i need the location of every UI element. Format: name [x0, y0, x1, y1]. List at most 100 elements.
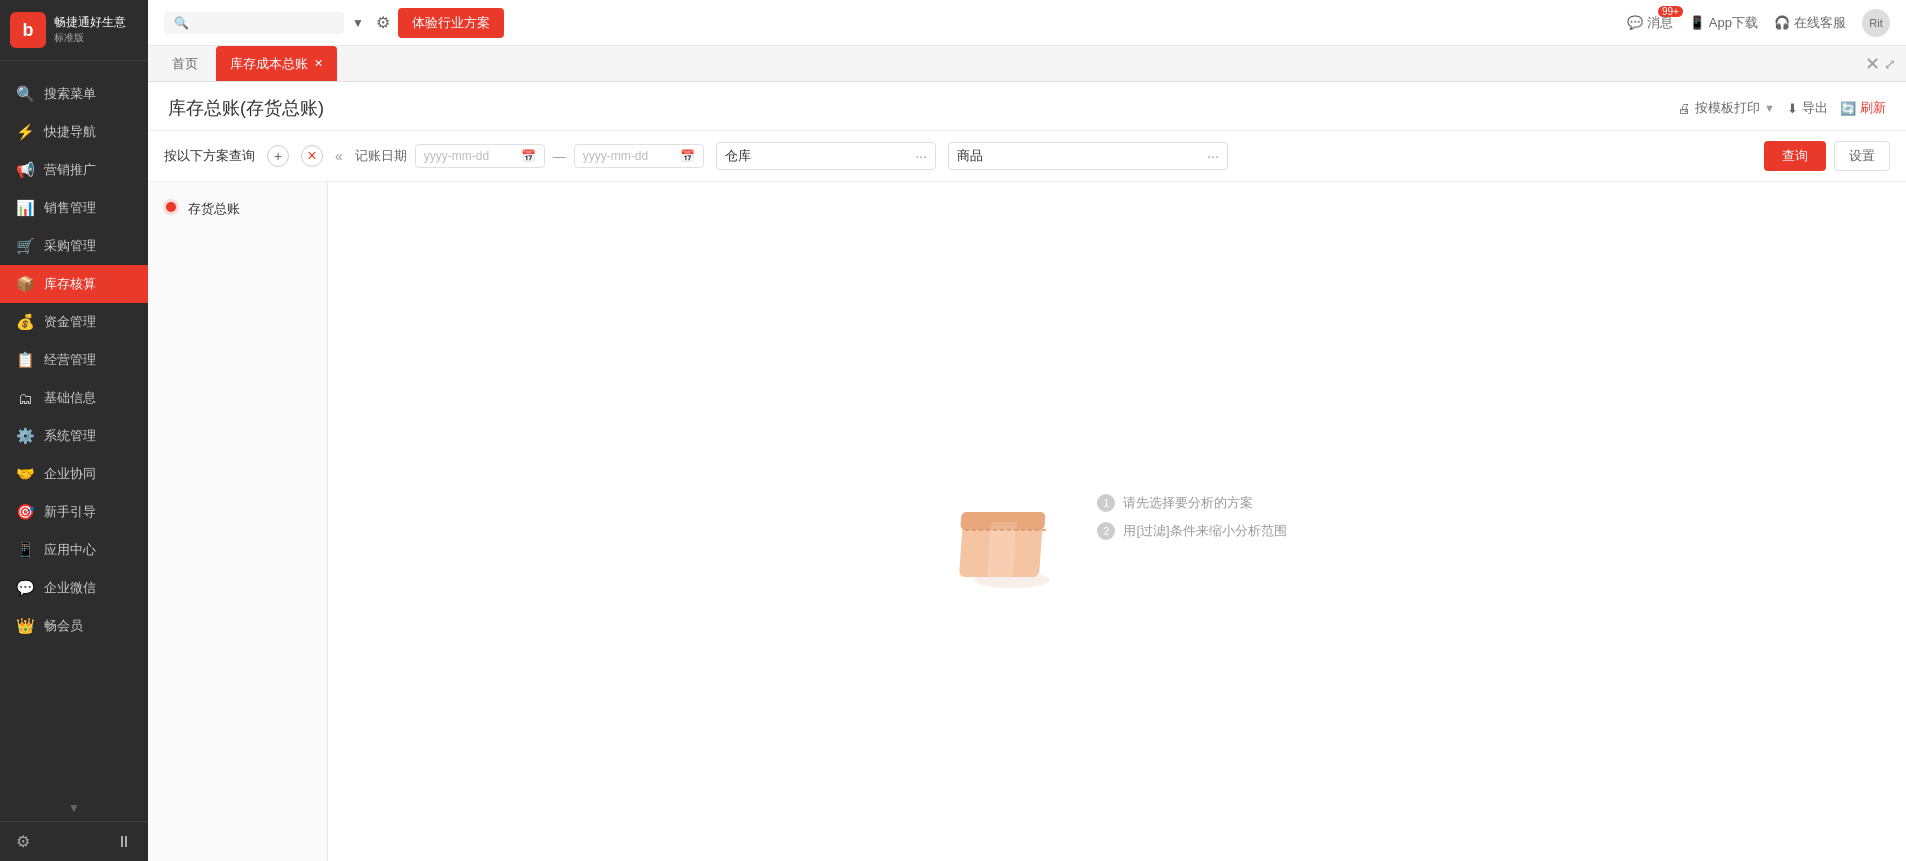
export-icon: ⬇	[1787, 101, 1798, 116]
warehouse-label: 仓库	[725, 147, 751, 165]
sidebar-scroll-up	[0, 61, 148, 71]
scheme-inventory-icon	[162, 198, 180, 219]
avatar-initials: Rit	[1869, 17, 1882, 29]
hint-1-text: 请先选择要分析的方案	[1123, 494, 1253, 512]
svg-text:✦: ✦	[997, 491, 1012, 511]
sidebar-item-search-menu[interactable]: 🔍 搜索菜单	[0, 75, 148, 113]
app-download-label: App下载	[1709, 14, 1758, 32]
date-end-input[interactable]: yyyy-mm-dd 📅	[574, 144, 704, 168]
settings-button[interactable]: 设置	[1834, 141, 1890, 171]
settings-footer-icon[interactable]: ⚙	[16, 832, 30, 851]
app-name: 畅捷通好生意	[54, 15, 126, 31]
sidebar-item-label: 营销推广	[44, 161, 96, 179]
tab-ledger[interactable]: 库存成本总账 ✕	[216, 46, 337, 81]
sidebar-item-marketing[interactable]: 📢 营销推广	[0, 151, 148, 189]
sidebar-item-label: 基础信息	[44, 389, 96, 407]
empty-illustration: ✦	[947, 462, 1067, 582]
warehouse-more-icon[interactable]: ···	[915, 148, 927, 164]
sales-icon: 📊	[16, 199, 34, 217]
sidebar-nav: 🔍 搜索菜单 ⚡ 快捷导航 📢 营销推广 📊 销售管理 🛒 采购管理 📦 库存核…	[0, 71, 148, 795]
header-right: 💬 消息 99+ 📱 App下载 🎧 在线客服 Rit	[1627, 9, 1890, 37]
print-label: 按模板打印	[1695, 99, 1760, 117]
sidebar-item-basic-info[interactable]: 🗂 基础信息	[0, 379, 148, 417]
avatar: Rit	[1862, 9, 1890, 37]
scheme-inventory-label: 存货总账	[188, 200, 240, 218]
sidebar-item-label: 采购管理	[44, 237, 96, 255]
print-button[interactable]: 🖨 按模板打印 ▼	[1678, 99, 1775, 117]
app-download-action[interactable]: 📱 App下载	[1689, 14, 1758, 32]
print-dropdown-icon[interactable]: ▼	[1764, 102, 1775, 114]
sidebar-item-label: 经营管理	[44, 351, 96, 369]
enterprise-wechat-icon: 💬	[16, 579, 34, 597]
filter-bar: 按以下方案查询 + × « 记账日期 yyyy-mm-dd 📅 — yyyy-m…	[148, 131, 1906, 182]
filter-remove-button[interactable]: ×	[301, 145, 323, 167]
filter-buttons: 查询 设置	[1764, 141, 1890, 171]
message-icon: 💬	[1627, 15, 1643, 30]
guide-icon: 🎯	[16, 503, 34, 521]
tab-home[interactable]: 首页	[158, 46, 212, 81]
cooperation-icon: 🤝	[16, 465, 34, 483]
filter-add-button[interactable]: +	[267, 145, 289, 167]
collapse-sidebar-icon[interactable]: ⏸	[116, 833, 132, 851]
panel-close-button[interactable]: ✕	[1865, 53, 1880, 75]
dropdown-arrow-icon[interactable]: ▼	[352, 16, 364, 30]
basic-info-icon: 🗂	[16, 389, 34, 407]
search-menu-icon: 🔍	[16, 85, 34, 103]
header-gear-icon[interactable]: ⚙	[376, 13, 390, 32]
app-center-icon: 📱	[16, 541, 34, 559]
warehouse-select[interactable]: 仓库 ···	[716, 142, 936, 170]
date-start-placeholder: yyyy-mm-dd	[424, 149, 489, 163]
sidebar-item-inventory[interactable]: 📦 库存核算	[0, 265, 148, 303]
sidebar-item-quick-nav[interactable]: ⚡ 快捷导航	[0, 113, 148, 151]
sidebar-item-operations[interactable]: 📋 经营管理	[0, 341, 148, 379]
sidebar-item-enterprise-wechat[interactable]: 💬 企业微信	[0, 569, 148, 607]
marketing-icon: 📢	[16, 161, 34, 179]
app-logo: b 畅捷通好生意 标准版	[0, 0, 148, 61]
industry-btn[interactable]: 体验行业方案	[398, 8, 504, 38]
calendar-start-icon[interactable]: 📅	[521, 149, 536, 163]
product-more-icon[interactable]: ···	[1207, 148, 1219, 164]
product-select[interactable]: 商品 ···	[948, 142, 1228, 170]
sidebar-item-purchase[interactable]: 🛒 采购管理	[0, 227, 148, 265]
refresh-label: 刷新	[1860, 99, 1886, 117]
search-icon: 🔍	[174, 16, 189, 30]
top-header: 🔍 ▼ ⚙ 体验行业方案 💬 消息 99+ 📱 App下载 🎧 在线客服	[148, 0, 1906, 46]
sidebar-item-guide[interactable]: 🎯 新手引导	[0, 493, 148, 531]
filter-label: 按以下方案查询	[164, 147, 255, 165]
sidebar-footer: ⚙ ⏸	[0, 821, 148, 861]
date-separator: —	[553, 149, 566, 164]
online-support-label: 在线客服	[1794, 14, 1846, 32]
header-search-box[interactable]: 🔍	[164, 12, 344, 34]
date-start-input[interactable]: yyyy-mm-dd 📅	[415, 144, 545, 168]
sidebar-item-member[interactable]: 👑 畅会员	[0, 607, 148, 645]
quick-nav-icon: ⚡	[16, 123, 34, 141]
empty-state: ✦ 1 请先选择要分析的方案 2 用[过滤]条件来缩小分析范围	[328, 182, 1906, 861]
scheme-item-inventory[interactable]: 存货总账	[148, 190, 327, 227]
sidebar-item-label: 销售管理	[44, 199, 96, 217]
export-label: 导出	[1802, 99, 1828, 117]
tab-close-icon[interactable]: ✕	[314, 57, 323, 70]
messages-action[interactable]: 💬 消息 99+	[1627, 14, 1673, 32]
tab-ledger-label: 库存成本总账	[230, 55, 308, 73]
header-left: 🔍 ▼ ⚙ 体验行业方案	[164, 8, 1617, 38]
page-header-actions: 🖨 按模板打印 ▼ ⬇ 导出 🔄 刷新	[1678, 99, 1886, 117]
online-support-action[interactable]: 🎧 在线客服	[1774, 14, 1846, 32]
content-area: 存货总账	[148, 182, 1906, 861]
hint-2-text: 用[过滤]条件来缩小分析范围	[1123, 522, 1286, 540]
sidebar-item-system[interactable]: ⚙️ 系统管理	[0, 417, 148, 455]
app-edition: 标准版	[54, 31, 126, 45]
sidebar-item-label: 畅会员	[44, 617, 83, 635]
sidebar-item-app-center[interactable]: 📱 应用中心	[0, 531, 148, 569]
user-profile[interactable]: Rit	[1862, 9, 1890, 37]
member-icon: 👑	[16, 617, 34, 635]
filter-collapse-icon[interactable]: «	[335, 148, 343, 164]
tab-home-label: 首页	[172, 55, 198, 73]
sidebar-item-sales[interactable]: 📊 销售管理	[0, 189, 148, 227]
sidebar-item-cooperation[interactable]: 🤝 企业协同	[0, 455, 148, 493]
sidebar-item-funds[interactable]: 💰 资金管理	[0, 303, 148, 341]
calendar-end-icon[interactable]: 📅	[680, 149, 695, 163]
export-button[interactable]: ⬇ 导出	[1787, 99, 1828, 117]
query-button[interactable]: 查询	[1764, 141, 1826, 171]
refresh-button[interactable]: 🔄 刷新	[1840, 99, 1886, 117]
panel-expand-button[interactable]: ⤢	[1884, 56, 1896, 72]
